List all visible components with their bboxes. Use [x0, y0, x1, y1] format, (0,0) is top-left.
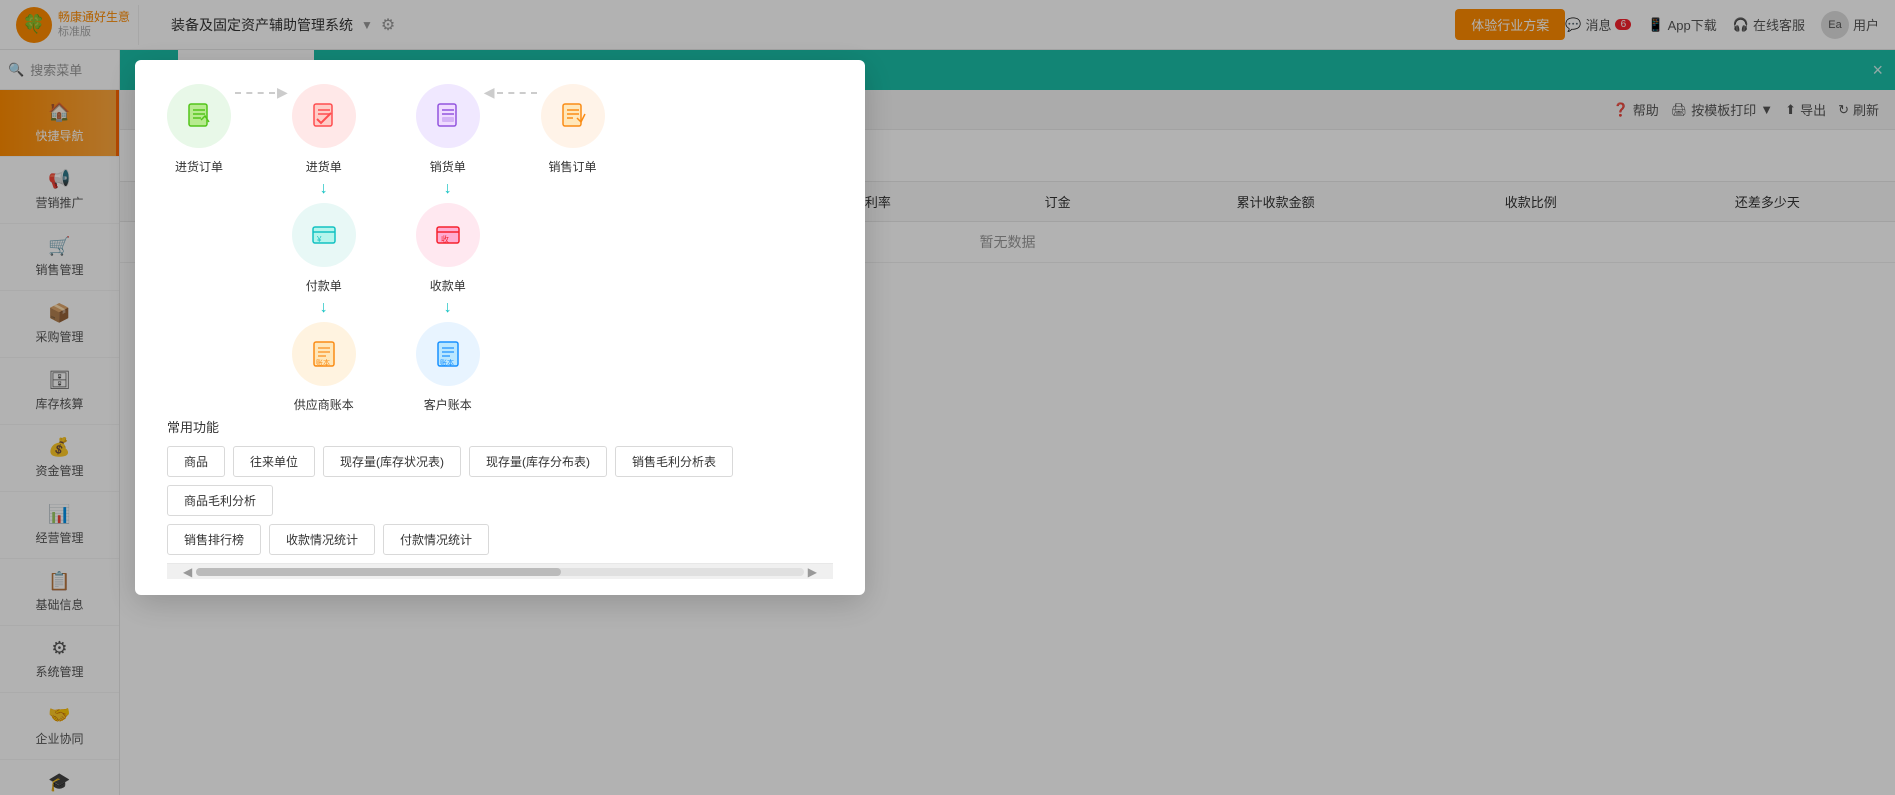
sales-order-icon — [541, 84, 605, 148]
svg-text:¥: ¥ — [316, 235, 322, 244]
payment-bill-icon: ¥ — [292, 203, 356, 267]
sales-bill-node[interactable]: 销货单 — [416, 84, 480, 175]
scroll-bar-area: ◀ ▶ — [167, 563, 833, 579]
purchase-order-label: 进货订单 — [175, 158, 223, 175]
flow-diagram: 进货订单 ▶ — [167, 84, 833, 413]
scroll-thumb — [196, 568, 561, 576]
func-btn-sales-profit[interactable]: 销售毛利分析表 — [615, 446, 733, 477]
func-btn-payment-stats[interactable]: 付款情况统计 — [383, 524, 489, 555]
purchase-bill-node[interactable]: 进货单 — [292, 84, 356, 175]
scroll-right-arrow[interactable]: ▶ — [804, 565, 821, 579]
purchase-bill-icon — [292, 84, 356, 148]
supplier-account-node[interactable]: 账本 供应商账本 — [292, 322, 356, 413]
purchase-order-node[interactable]: 进货订单 — [167, 84, 231, 175]
customer-account-node[interactable]: 账本 客户账本 — [416, 322, 480, 413]
customer-account-label: 客户账本 — [424, 396, 472, 413]
supplier-account-label: 供应商账本 — [294, 396, 354, 413]
supplier-account-icon: 账本 — [292, 322, 356, 386]
receipt-bill-node[interactable]: 收 收款单 — [416, 203, 480, 294]
func-btn-receipt-stats[interactable]: 收款情况统计 — [269, 524, 375, 555]
purchase-bill-label: 进货单 — [306, 158, 342, 175]
sales-order-node[interactable]: 销售订单 — [541, 84, 605, 175]
receipt-bill-label: 收款单 — [430, 277, 466, 294]
customer-account-icon: 账本 — [416, 322, 480, 386]
func-btn-contacts[interactable]: 往来单位 — [233, 446, 315, 477]
purchase-order-icon — [167, 84, 231, 148]
modal-overlay[interactable]: 进货订单 ▶ — [0, 0, 1895, 795]
common-func-title: 常用功能 — [167, 417, 833, 436]
common-functions-section: 常用功能 商品 往来单位 现存量(库存状况表) 现存量(库存分布表) 销售毛利分… — [167, 417, 833, 555]
sales-bill-icon — [416, 84, 480, 148]
svg-text:收: 收 — [441, 234, 449, 244]
func-btn-sales-rank[interactable]: 销售排行榜 — [167, 524, 261, 555]
sales-order-label: 销售订单 — [549, 158, 597, 175]
func-buttons-row2: 销售排行榜 收款情况统计 付款情况统计 — [167, 524, 833, 555]
func-btn-stock-status[interactable]: 现存量(库存状况表) — [323, 446, 461, 477]
receipt-bill-icon: 收 — [416, 203, 480, 267]
svg-text:账本: 账本 — [316, 358, 330, 367]
scroll-track[interactable] — [196, 568, 804, 576]
payment-bill-node[interactable]: ¥ 付款单 — [292, 203, 356, 294]
sales-bill-label: 销货单 — [430, 158, 466, 175]
func-btn-goods[interactable]: 商品 — [167, 446, 225, 477]
modal-box: 进货订单 ▶ — [135, 60, 865, 595]
func-btn-goods-profit[interactable]: 商品毛利分析 — [167, 485, 273, 516]
payment-bill-label: 付款单 — [306, 277, 342, 294]
svg-text:账本: 账本 — [440, 358, 454, 367]
func-btn-stock-dist[interactable]: 现存量(库存分布表) — [469, 446, 607, 477]
scroll-left-arrow[interactable]: ◀ — [179, 565, 196, 579]
func-buttons-row1: 商品 往来单位 现存量(库存状况表) 现存量(库存分布表) 销售毛利分析表 商品… — [167, 446, 833, 516]
